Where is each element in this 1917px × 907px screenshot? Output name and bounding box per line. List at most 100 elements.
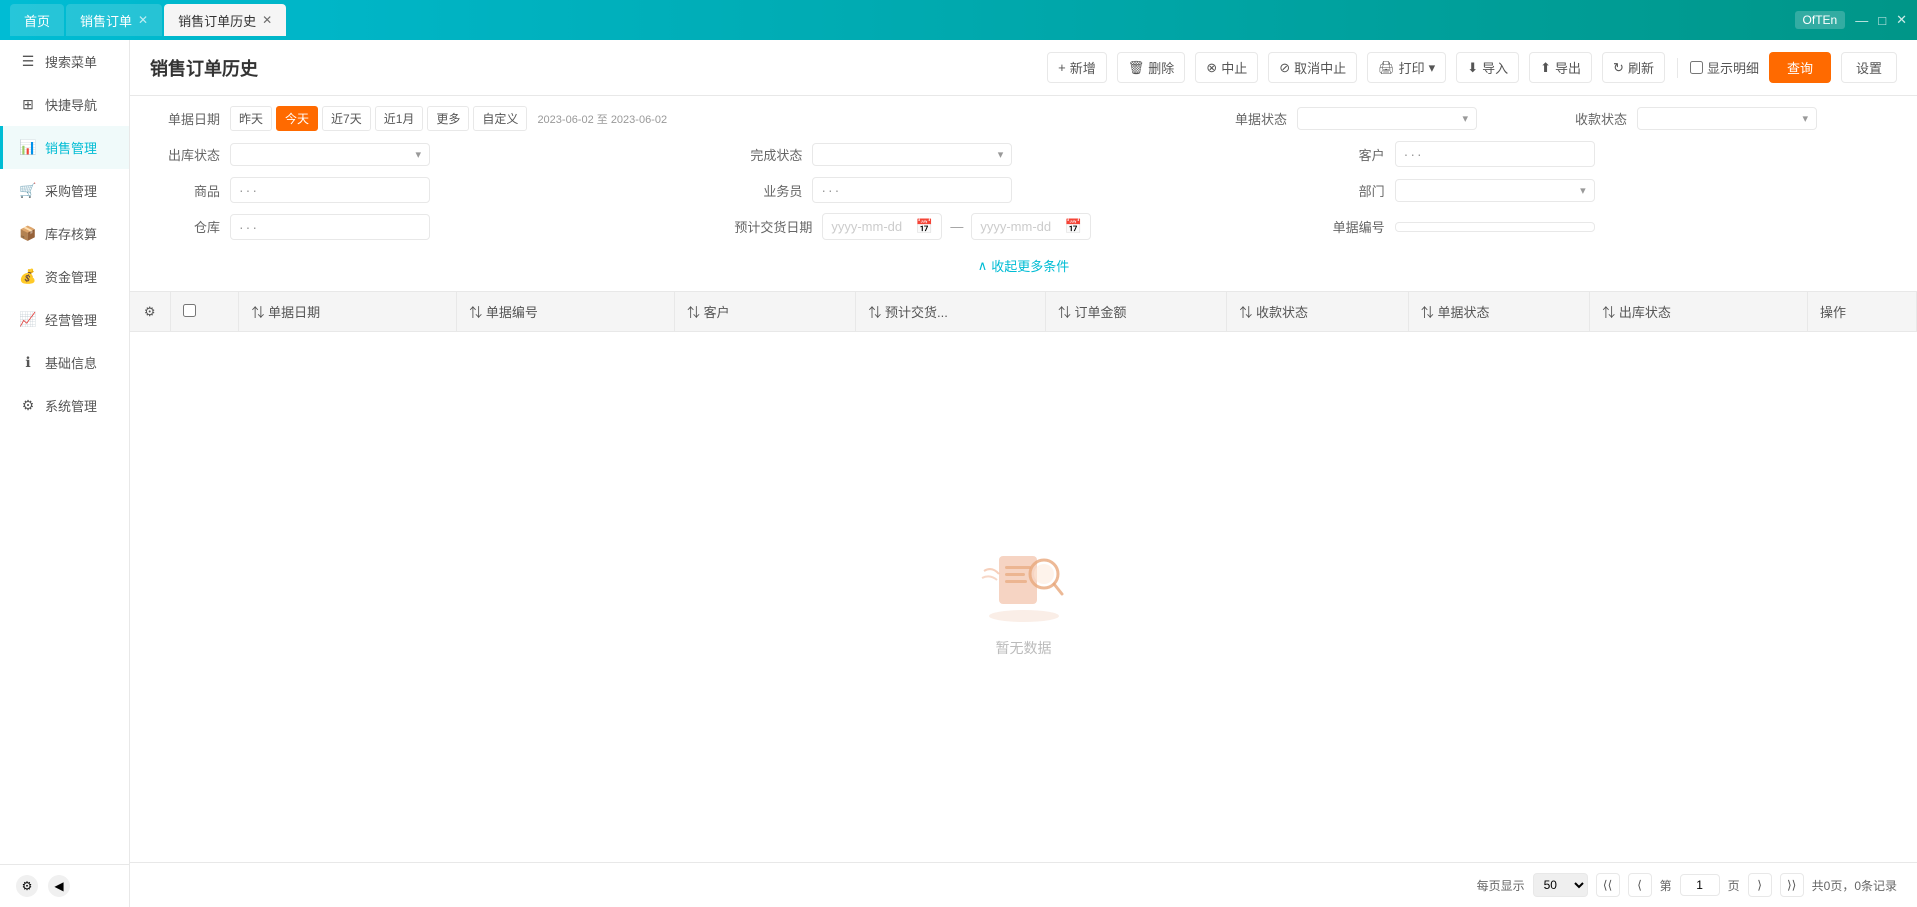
minimize-icon[interactable]: — bbox=[1855, 13, 1868, 28]
select-all-checkbox[interactable] bbox=[183, 304, 196, 317]
sidebar: ☰搜索菜单⊞快捷导航📊销售管理 🛒 采购管理 📦库存核算💰资金管理📈经营管理ℹ基础信息… bbox=[0, 40, 130, 907]
date-btn-1month[interactable]: 近1月 bbox=[375, 106, 424, 131]
tab-首页[interactable]: 首页 bbox=[10, 4, 64, 36]
th-date-label: ⇅ 单据日期 bbox=[251, 305, 320, 320]
product-input[interactable]: ··· bbox=[230, 177, 430, 203]
date-btn-more[interactable]: 更多 bbox=[427, 106, 469, 131]
toolbar-btn-新增[interactable]: +新增 bbox=[1047, 52, 1107, 83]
th-delivery[interactable]: ⇅ 预计交货... bbox=[856, 292, 1046, 332]
settings-gear-icon[interactable]: ⚙ bbox=[144, 304, 156, 319]
toolbar-btn-label: 导出 bbox=[1555, 58, 1581, 77]
sidebar-item-采购管理[interactable]: 🛒 采购管理 bbox=[0, 169, 129, 212]
date-filter-col: 单据日期 昨天 今天 近7天 近1月 更多 自定义 2023-06-02 至 2… bbox=[150, 106, 1217, 131]
order-no-input[interactable] bbox=[1395, 222, 1595, 232]
sidebar-item-label: 经营管理 bbox=[45, 310, 97, 329]
th-settings[interactable]: ⚙ bbox=[130, 292, 170, 332]
sidebar-item-资金管理[interactable]: 💰资金管理 bbox=[0, 255, 129, 298]
th-checkbox[interactable] bbox=[170, 292, 239, 332]
prev-page-btn[interactable]: ⟨ bbox=[1628, 873, 1652, 897]
th-order-no[interactable]: ⇅ 单据编号 bbox=[457, 292, 675, 332]
complete-status-select[interactable]: ▾ bbox=[812, 143, 1012, 166]
page-title: 销售订单历史 bbox=[150, 55, 258, 81]
dept-select[interactable]: ▾ bbox=[1395, 179, 1595, 202]
tab-close-icon[interactable]: ✕ bbox=[138, 13, 148, 27]
order-status-col: 单据状态 ▾ bbox=[1217, 107, 1557, 130]
sidebar-bottom: ⚙ ◀ bbox=[0, 864, 129, 907]
toolbar-btn-中止[interactable]: ⊗中止 bbox=[1195, 52, 1258, 83]
top-bar-right: OfTEn — □ ✕ bbox=[1795, 11, 1907, 29]
delivery-cal-start-icon: 📅 bbox=[916, 218, 933, 235]
tab-销售订单历史[interactable]: 销售订单历史✕ bbox=[164, 4, 286, 36]
sidebar-item-搜索菜单[interactable]: ☰搜索菜单 bbox=[0, 40, 129, 83]
delivery-label: 预计交货日期 bbox=[732, 217, 822, 236]
delivery-cal-end-icon: 📅 bbox=[1065, 218, 1082, 235]
date-btn-yesterday[interactable]: 昨天 bbox=[230, 106, 272, 131]
th-receipt-status[interactable]: ⇅ 收款状态 bbox=[1227, 292, 1408, 332]
delivery-date-start[interactable]: yyyy-mm-dd 📅 bbox=[822, 213, 942, 240]
product-dots: ··· bbox=[239, 182, 259, 198]
dept-label: 部门 bbox=[1315, 181, 1395, 200]
sidebar-item-label: 快捷导航 bbox=[45, 95, 97, 114]
last-page-btn[interactable]: ⟩⟩ bbox=[1780, 873, 1804, 897]
toolbar-btn-导出[interactable]: ⬆导出 bbox=[1529, 52, 1592, 83]
sidebar-item-label: 采购管理 bbox=[45, 181, 97, 200]
sidebar-collapse-icon[interactable]: ◀ bbox=[48, 875, 70, 897]
page-number-input[interactable] bbox=[1680, 874, 1720, 896]
toolbar-btn-刷新[interactable]: ↻刷新 bbox=[1602, 52, 1665, 83]
sidebar-item-icon: 🛒 bbox=[19, 182, 37, 200]
toolbar-btn-icon: ⊘ bbox=[1279, 60, 1290, 76]
delivery-date-end[interactable]: yyyy-mm-dd 📅 bbox=[971, 213, 1091, 240]
th-amount[interactable]: ⇅ 订单金额 bbox=[1045, 292, 1226, 332]
order-status-arrow: ▾ bbox=[1462, 112, 1468, 125]
collapse-more[interactable]: ∧ 收起更多条件 bbox=[150, 250, 1897, 281]
tab-销售订单[interactable]: 销售订单✕ bbox=[66, 4, 162, 36]
toolbar-btn-打印[interactable]: 🖨打印 ▾ bbox=[1367, 52, 1446, 83]
sidebar-item-快捷导航[interactable]: ⊞快捷导航 bbox=[0, 83, 129, 126]
th-customer[interactable]: ⇅ 客户 bbox=[674, 292, 855, 332]
date-btn-7days[interactable]: 近7天 bbox=[322, 106, 371, 131]
collapse-arrow-icon: ∧ bbox=[978, 258, 988, 274]
filter-row-2: 出库状态 ▾ 完成状态 ▾ 客户 ··· bbox=[150, 141, 1897, 167]
sidebar-settings-icon[interactable]: ⚙ bbox=[16, 875, 38, 897]
receipt-status-select[interactable]: ▾ bbox=[1637, 107, 1817, 130]
maximize-icon[interactable]: □ bbox=[1878, 13, 1886, 28]
sidebar-item-库存核算[interactable]: 📦库存核算 bbox=[0, 212, 129, 255]
order-status-select[interactable]: ▾ bbox=[1297, 107, 1477, 130]
date-range-text: 2023-06-02 至 2023-06-02 bbox=[537, 111, 667, 127]
page-prefix-label: 第 bbox=[1660, 877, 1672, 894]
first-page-btn[interactable]: ⟨⟨ bbox=[1596, 873, 1620, 897]
toolbar-btn-删除[interactable]: 🗑删除 bbox=[1117, 52, 1186, 83]
date-btn-custom[interactable]: 自定义 bbox=[473, 106, 527, 131]
outbound-label: 出库状态 bbox=[150, 145, 230, 164]
sidebar-item-经营管理[interactable]: 📈经营管理 bbox=[0, 298, 129, 341]
display-columns-checkbox[interactable] bbox=[1690, 61, 1703, 74]
th-order-status[interactable]: ⇅ 单据状态 bbox=[1408, 292, 1589, 332]
outbound-status-select[interactable]: ▾ bbox=[230, 143, 430, 166]
table-header-row: ⚙ ⇅ 单据日期 ⇅ 单据编号 ⇅ 客户 bbox=[130, 292, 1917, 332]
next-page-btn[interactable]: ⟩ bbox=[1748, 873, 1772, 897]
date-label: 单据日期 bbox=[150, 109, 230, 128]
data-table: ⚙ ⇅ 单据日期 ⇅ 单据编号 ⇅ 客户 bbox=[130, 292, 1917, 332]
th-outbound-status[interactable]: ⇅ 出库状态 bbox=[1590, 292, 1808, 332]
sidebar-item-系统管理[interactable]: ⚙系统管理 bbox=[0, 384, 129, 427]
display-columns-text: 显示明细 bbox=[1707, 58, 1759, 77]
product-label: 商品 bbox=[150, 181, 230, 200]
window-close-icon[interactable]: ✕ bbox=[1896, 12, 1907, 28]
date-btn-today[interactable]: 今天 bbox=[276, 106, 318, 131]
th-date[interactable]: ⇅ 单据日期 bbox=[239, 292, 457, 332]
toolbar-btn-取消中止[interactable]: ⊘取消中止 bbox=[1268, 52, 1357, 83]
th-order-status-label: ⇅ 单据状态 bbox=[1421, 305, 1490, 320]
empty-state: 暂无数据 bbox=[130, 332, 1917, 862]
table-area: ⚙ ⇅ 单据日期 ⇅ 单据编号 ⇅ 客户 bbox=[130, 292, 1917, 862]
settings-button[interactable]: 设置 bbox=[1841, 52, 1897, 83]
sales-input[interactable]: ··· bbox=[812, 177, 1012, 203]
query-button[interactable]: 查询 bbox=[1769, 52, 1831, 83]
customer-input[interactable]: ··· bbox=[1395, 141, 1595, 167]
display-columns-label[interactable]: 显示明细 bbox=[1690, 58, 1759, 77]
sidebar-item-基础信息[interactable]: ℹ基础信息 bbox=[0, 341, 129, 384]
toolbar-btn-导入[interactable]: ⬇导入 bbox=[1456, 52, 1519, 83]
warehouse-input[interactable]: ··· bbox=[230, 214, 430, 240]
per-page-select[interactable]: 50 10 20 100 bbox=[1533, 873, 1588, 897]
sidebar-item-销售管理[interactable]: 📊销售管理 bbox=[0, 126, 129, 169]
tab-close-icon[interactable]: ✕ bbox=[262, 13, 272, 27]
